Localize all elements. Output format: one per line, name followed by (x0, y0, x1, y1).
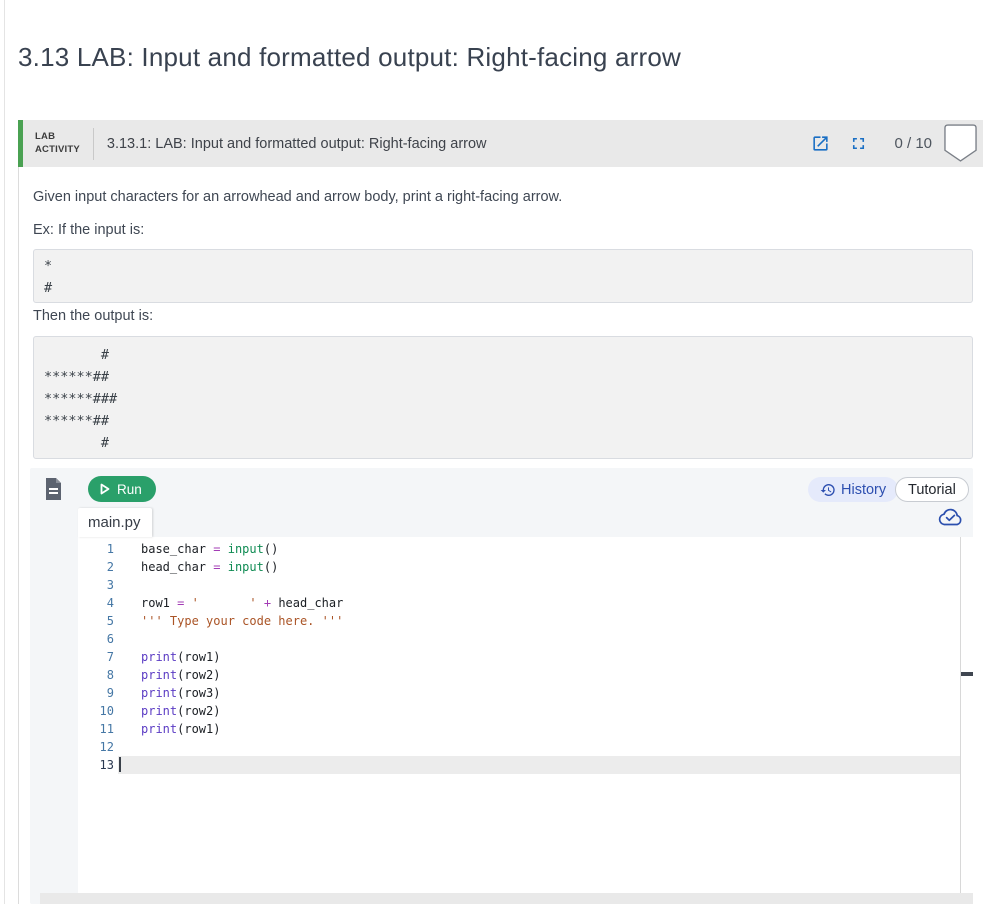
code-editor[interactable]: 1 base_char = input() 2 head_char = input()… (78, 537, 973, 893)
line-number: 9 (106, 686, 114, 700)
line-number: 13 (99, 758, 114, 772)
output-intro: Then the output is: (33, 308, 154, 324)
code-text: print(row3) (141, 686, 221, 700)
page-title: 3.13 LAB: Input and formatted output: Ri… (18, 42, 682, 72)
code-line[interactable]: 1 base_char = input() (78, 540, 960, 558)
history-button-label: History (841, 481, 887, 498)
history-button[interactable]: History (808, 477, 899, 502)
code-text (118, 756, 960, 774)
history-clock-icon (820, 483, 835, 496)
code-text: base_char = input() (141, 542, 279, 556)
code-line[interactable]: 3 (78, 576, 960, 594)
code-text: print(row2) (141, 704, 221, 718)
activity-container-border (18, 120, 19, 904)
scrollbar-thumb[interactable] (961, 672, 973, 676)
line-number: 6 (106, 632, 114, 646)
line-number: 7 (106, 650, 114, 664)
line-number: 8 (106, 668, 114, 682)
code-line[interactable]: 4 row1 = ' ' + head_char (78, 594, 960, 612)
file-icon[interactable] (43, 477, 64, 501)
lab-badge-line2: ACTIVITY (35, 143, 80, 155)
code-editor-panel: Run History Tutorial main.py 1 base_char … (30, 468, 973, 904)
example-input-block: * # (33, 249, 973, 303)
example-output-block: # ******## ******### ******## # (33, 336, 973, 459)
tutorial-button-label: Tutorial (908, 481, 956, 498)
run-button[interactable]: Run (88, 476, 156, 502)
code-line[interactable]: 10 print(row2) (78, 702, 960, 720)
code-line[interactable]: 12 (78, 738, 960, 756)
code-line[interactable]: 5 ''' Type your code here. ''' (78, 612, 960, 630)
code-text: print(row2) (141, 668, 221, 682)
line-number: 4 (106, 596, 114, 610)
line-number: 5 (106, 614, 114, 628)
line-number: 11 (99, 722, 114, 736)
open-in-new-icon[interactable] (811, 134, 830, 153)
code-text: head_char = input() (141, 560, 279, 574)
example-intro: Ex: If the input is: (33, 222, 145, 238)
problem-description: Given input characters for an arrowhead … (33, 189, 563, 205)
horizontal-scrollbar[interactable] (40, 893, 973, 904)
lab-badge-line1: LAB (35, 131, 56, 143)
code-line[interactable]: 13 (78, 756, 960, 774)
line-number: 10 (99, 704, 114, 718)
code-lines: 1 base_char = input() 2 head_char = input()… (78, 540, 960, 774)
code-line[interactable]: 6 (78, 630, 960, 648)
scrollbar-track (960, 537, 961, 893)
activity-header-actions: 0 / 10 (811, 124, 977, 163)
lab-activity-header: LAB ACTIVITY 3.13.1: LAB: Input and form… (18, 120, 983, 167)
tab-main-py[interactable]: main.py (78, 508, 152, 537)
code-text: row1 = ' ' + head_char (141, 596, 344, 610)
code-text: ''' Type your code here. ''' (141, 614, 344, 628)
code-line[interactable]: 2 head_char = input() (78, 558, 960, 576)
line-number: 2 (106, 560, 114, 574)
line-number: 3 (106, 578, 114, 592)
line-number: 12 (99, 740, 114, 754)
completion-shield-icon (944, 124, 977, 162)
activity-title: 3.13.1: LAB: Input and formatted output:… (106, 135, 487, 152)
code-line[interactable]: 9 print(row3) (78, 684, 960, 702)
cloud-check-icon (938, 508, 962, 526)
line-number: 1 (106, 542, 114, 556)
code-line[interactable]: 11 print(row1) (78, 720, 960, 738)
tutorial-button[interactable]: Tutorial (895, 477, 969, 502)
run-button-label: Run (117, 481, 142, 497)
code-line[interactable]: 7 print(row1) (78, 648, 960, 666)
text-cursor (119, 757, 121, 772)
score-display: 0 / 10 (894, 135, 932, 152)
divider (92, 127, 94, 160)
play-triangle-icon (100, 483, 110, 495)
code-text: print(row1) (141, 650, 221, 664)
code-text: print(row1) (141, 722, 221, 736)
page-left-border (4, 0, 5, 904)
code-line[interactable]: 8 print(row2) (78, 666, 960, 684)
lab-activity-badge: LAB ACTIVITY (35, 131, 80, 156)
fullscreen-icon[interactable] (849, 134, 868, 153)
